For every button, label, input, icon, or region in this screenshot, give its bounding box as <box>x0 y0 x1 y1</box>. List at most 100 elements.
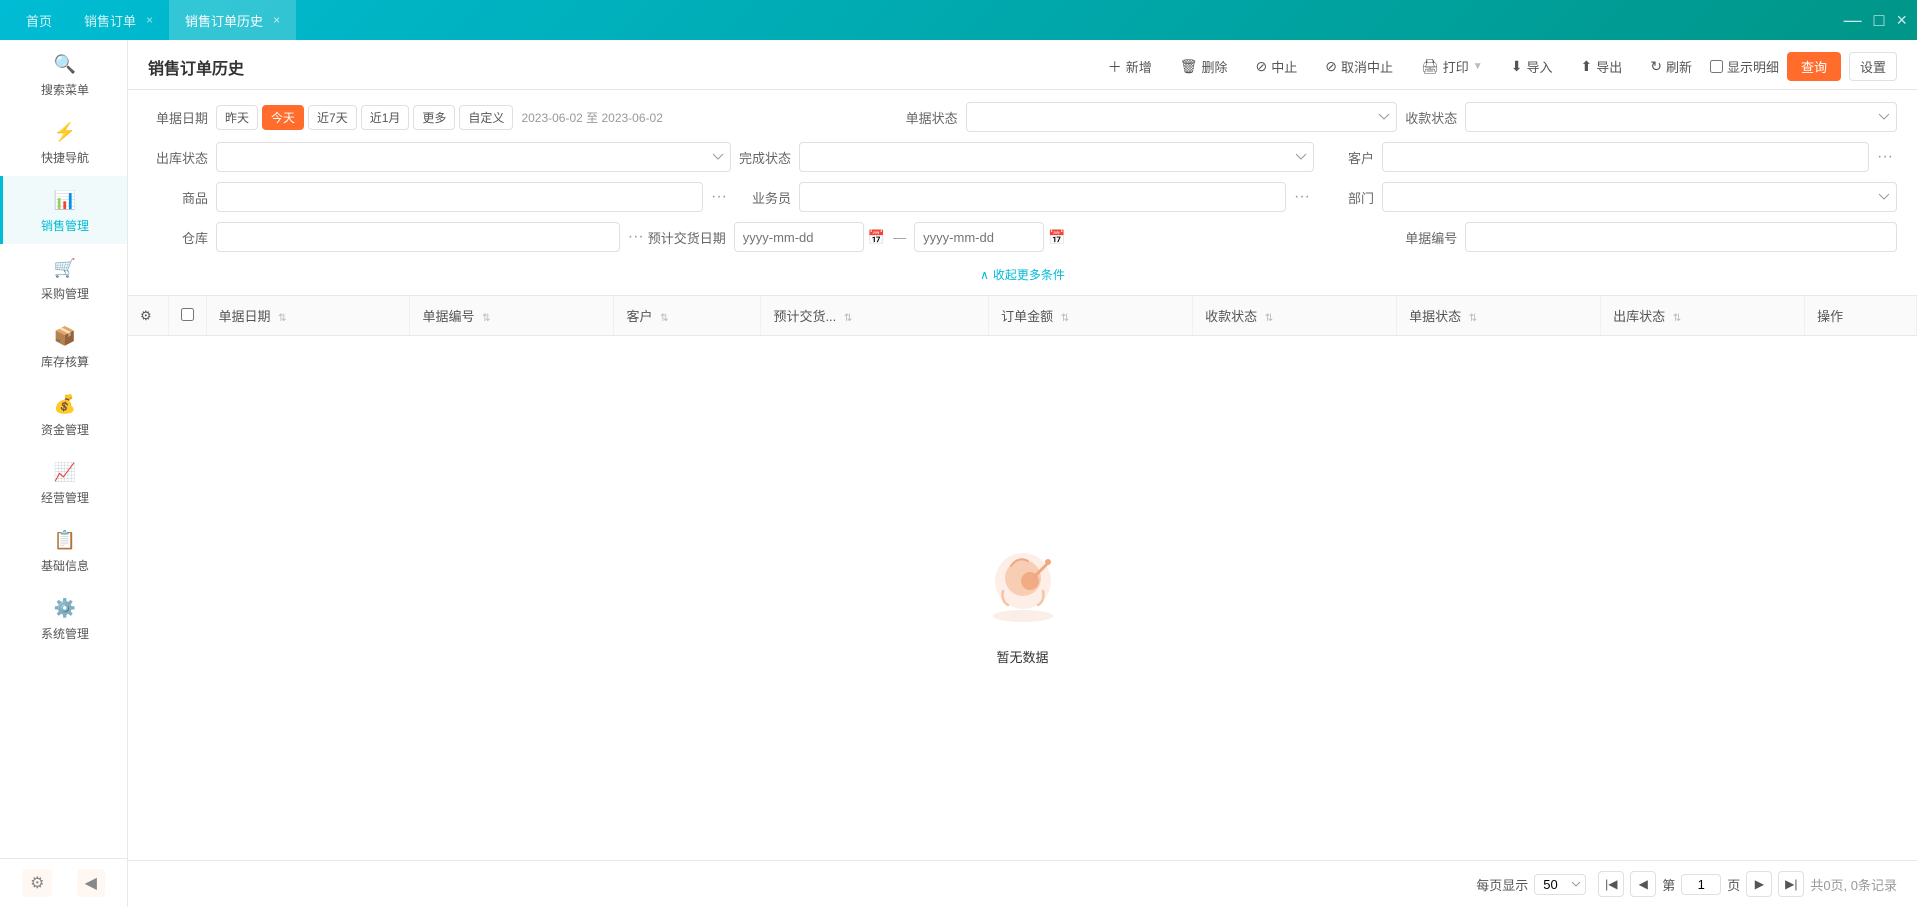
customer-input[interactable] <box>1382 142 1869 172</box>
import-button[interactable]: ⬇ 导入 <box>1501 53 1563 80</box>
th-bill-number-label: 单据编号 <box>422 309 474 324</box>
sidebar-item-purchase-label: 采购管理 <box>41 285 89 302</box>
add-button[interactable]: ＋ 新增 <box>1098 53 1162 81</box>
tab-home-label: 首页 <box>26 11 52 30</box>
calendar-from-icon[interactable]: 📅 <box>868 229 885 246</box>
department-select[interactable] <box>1382 182 1897 212</box>
date-btn-more[interactable]: 更多 <box>413 105 455 130</box>
th-outbound-status-label: 出库状态 <box>1613 309 1665 324</box>
th-outbound-status[interactable]: 出库状态 ⇅ <box>1601 296 1805 336</box>
th-bill-status[interactable]: 单据状态 ⇅ <box>1397 296 1601 336</box>
salesperson-dots-btn[interactable]: ··· <box>1290 188 1314 206</box>
product-input[interactable] <box>216 182 703 212</box>
th-bill-date[interactable]: 单据日期 ⇅ <box>206 296 410 336</box>
tab-sales-order-label: 销售订单 <box>84 11 136 30</box>
bill-number-input[interactable] <box>1465 222 1897 252</box>
sidebar-item-finance[interactable]: 💰 资金管理 <box>0 380 127 448</box>
topbar-exit-btn[interactable]: × <box>1896 10 1907 31</box>
gear-icon: ⚙ <box>140 308 152 323</box>
chevron-up-icon: ∧ <box>980 268 989 282</box>
delete-button[interactable]: 🗑 删除 <box>1170 53 1238 80</box>
last-page-btn[interactable]: ▶| <box>1778 871 1804 897</box>
select-all-checkbox[interactable] <box>181 308 194 321</box>
sidebar-settings-btn[interactable]: ⚙ <box>22 869 52 897</box>
print-label: 打印 <box>1443 57 1469 76</box>
payment-status-select[interactable] <box>1465 102 1897 132</box>
tab-sales-order[interactable]: 销售订单 × <box>68 0 169 40</box>
tab-home[interactable]: 首页 <box>10 0 68 40</box>
sidebar-item-operations[interactable]: 📈 经营管理 <box>0 448 127 516</box>
date-btn-yesterday[interactable]: 昨天 <box>216 105 258 130</box>
refresh-button[interactable]: ↻ 刷新 <box>1640 53 1702 80</box>
prev-page-btn[interactable]: ◀ <box>1630 871 1656 897</box>
per-page-select: 每页显示 50 20 100 <box>1476 874 1586 895</box>
cancel-stop-icon: ⊘ <box>1325 58 1337 75</box>
th-order-amount[interactable]: 订单金额 ⇅ <box>989 296 1193 336</box>
print-button[interactable]: 🖨 打印 ▼ <box>1411 53 1493 80</box>
th-checkbox[interactable] <box>168 296 206 336</box>
product-control: ··· <box>216 182 731 212</box>
bill-status-select[interactable] <box>966 102 1398 132</box>
display-detail-toggle[interactable]: 显示明细 <box>1710 57 1779 76</box>
topbar-minimize-btn[interactable]: □ <box>1874 10 1885 31</box>
warehouse-input[interactable] <box>216 222 620 252</box>
product-dots-btn[interactable]: ··· <box>707 188 731 206</box>
bill-status-label: 单据状态 <box>898 108 958 127</box>
date-btn-7days[interactable]: 近7天 <box>308 105 357 130</box>
tab-sales-order-history-close[interactable]: × <box>273 13 280 27</box>
sidebar-item-search-label: 搜索菜单 <box>41 81 89 98</box>
th-customer[interactable]: 客户 ⇅ <box>614 296 761 336</box>
warehouse-dots-btn[interactable]: ··· <box>624 228 648 246</box>
sidebar-item-system[interactable]: ⚙️ 系统管理 <box>0 584 127 652</box>
sidebar-item-quick-nav[interactable]: ⚡ 快捷导航 <box>0 108 127 176</box>
sidebar-item-sales[interactable]: 📊 销售管理 <box>0 176 127 244</box>
sidebar-item-search[interactable]: 🔍 搜索菜单 <box>0 40 127 108</box>
sidebar-item-purchase[interactable]: 🛒 采购管理 <box>0 244 127 312</box>
customer-dots-btn[interactable]: ··· <box>1873 148 1897 166</box>
display-detail-checkbox-input[interactable] <box>1710 60 1723 73</box>
page-number-input[interactable] <box>1681 874 1721 895</box>
sidebar-item-basic-info-label: 基础信息 <box>41 557 89 574</box>
calendar-to-icon[interactable]: 📅 <box>1048 229 1065 246</box>
page-label: 第 <box>1662 875 1675 894</box>
stop-icon: ⊘ <box>1256 58 1268 75</box>
bill-number-control <box>1465 222 1897 252</box>
topbar-close-btn[interactable]: — <box>1844 10 1862 31</box>
query-button[interactable]: 查询 <box>1787 52 1841 81</box>
stop-button[interactable]: ⊘ 中止 <box>1246 53 1308 80</box>
per-page-dropdown[interactable]: 50 20 100 <box>1534 874 1586 895</box>
th-expected-delivery[interactable]: 预计交货... ⇅ <box>761 296 989 336</box>
salesperson-control: ··· <box>799 182 1314 212</box>
tab-sales-order-history[interactable]: 销售订单历史 × <box>169 0 296 40</box>
th-payment-status[interactable]: 收款状态 ⇅ <box>1193 296 1397 336</box>
payment-status-label: 收款状态 <box>1397 108 1457 127</box>
sidebar-item-inventory-label: 库存核算 <box>41 353 89 370</box>
warehouse-label: 仓库 <box>148 228 208 247</box>
date-btn-today[interactable]: 今天 <box>262 105 304 130</box>
salesperson-input[interactable] <box>799 182 1286 212</box>
filter-payment-status: 收款状态 <box>1397 102 1897 132</box>
expected-date-to[interactable] <box>914 222 1044 252</box>
setting-button[interactable]: 设置 <box>1849 52 1897 81</box>
complete-status-select[interactable] <box>799 142 1314 172</box>
tab-bar: 首页 销售订单 × 销售订单历史 × <box>10 0 1844 40</box>
th-settings[interactable]: ⚙ <box>128 296 168 336</box>
date-btn-1month[interactable]: 近1月 <box>361 105 410 130</box>
export-button[interactable]: ⬆ 导出 <box>1570 53 1632 80</box>
th-bill-number[interactable]: 单据编号 ⇅ <box>410 296 614 336</box>
filter-date: 单据日期 昨天 今天 近7天 近1月 更多 自定义 2023-06-02 至 2… <box>148 105 898 130</box>
date-btn-custom[interactable]: 自定义 <box>459 105 513 130</box>
collapse-bar[interactable]: ∧ 收起更多条件 <box>148 262 1897 283</box>
collapse-label: 收起更多条件 <box>993 266 1065 283</box>
outbound-status-select[interactable] <box>216 142 731 172</box>
tab-sales-order-close[interactable]: × <box>146 13 153 27</box>
first-page-btn[interactable]: |◀ <box>1598 871 1624 897</box>
expected-date-from[interactable] <box>734 222 864 252</box>
sidebar-item-inventory[interactable]: 📦 库存核算 <box>0 312 127 380</box>
date-control: 昨天 今天 近7天 近1月 更多 自定义 2023-06-02 至 2023-0… <box>216 105 898 130</box>
cancel-stop-button[interactable]: ⊘ 取消中止 <box>1315 53 1403 80</box>
sidebar-item-basic-info[interactable]: 📋 基础信息 <box>0 516 127 584</box>
sidebar-collapse-btn[interactable]: ◀ <box>77 869 105 897</box>
delete-label: 删除 <box>1201 57 1227 76</box>
next-page-btn[interactable]: ▶ <box>1746 871 1772 897</box>
